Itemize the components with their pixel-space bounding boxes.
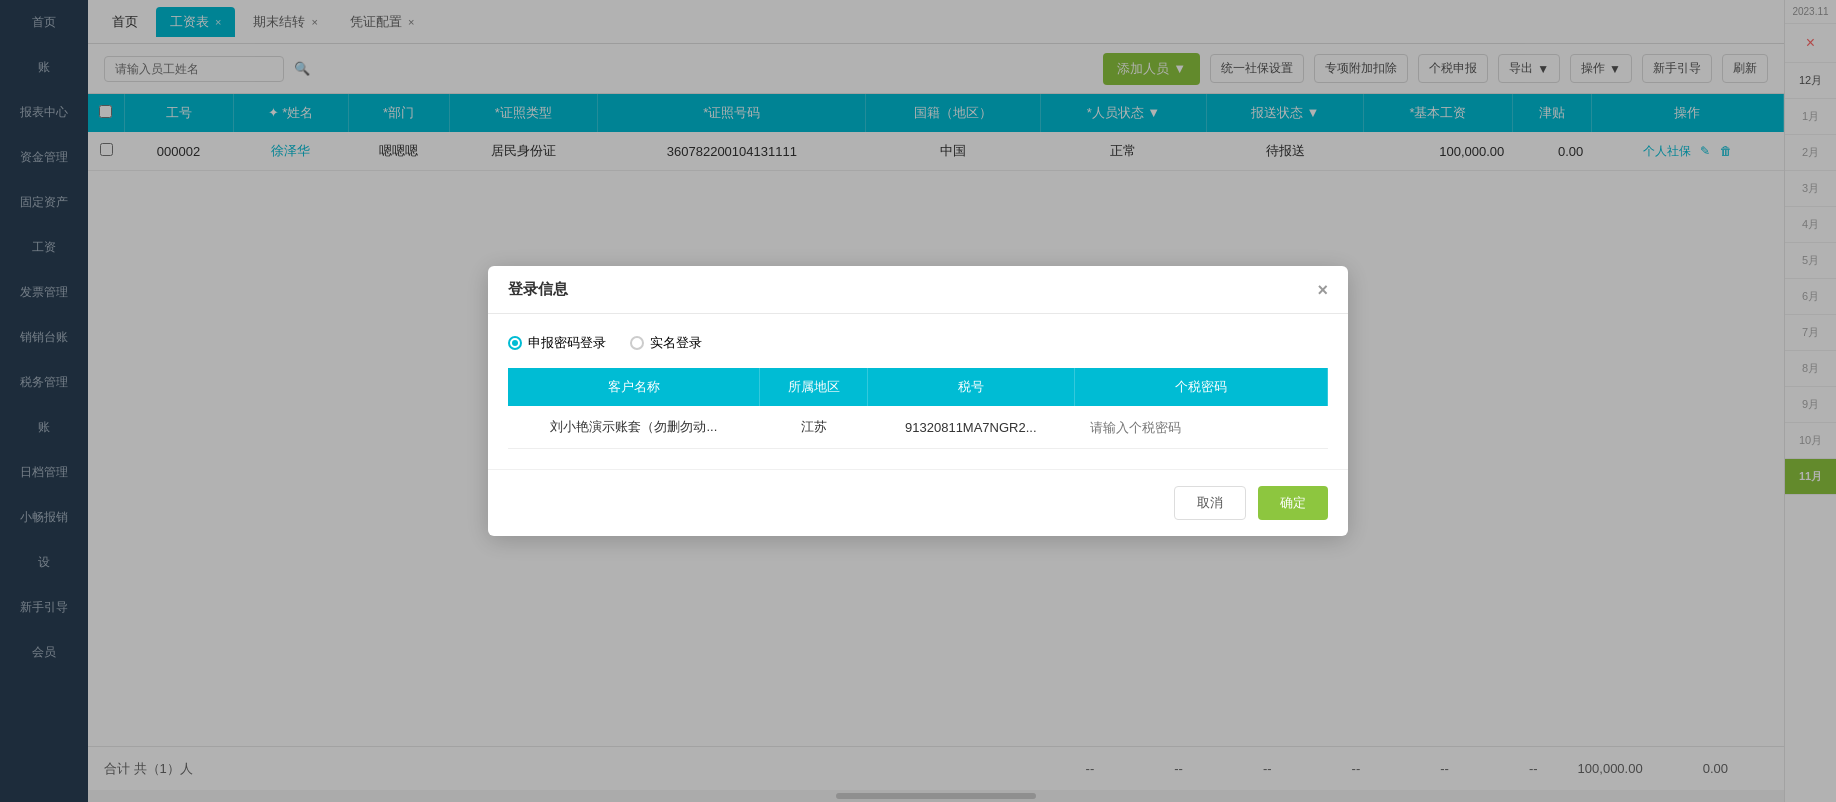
dialog-tax-password-cell[interactable] [1074,406,1327,449]
dialog-header-client-name: 客户名称 [508,368,760,406]
login-info-dialog: 登录信息 × 申报密码登录 实名登录 客户名称 所属地区 [488,266,1348,536]
dialog-header: 登录信息 × [488,266,1348,314]
dialog-header-region: 所属地区 [760,368,868,406]
tax-password-input[interactable] [1090,420,1311,435]
dialog-footer: 取消 确定 [488,469,1348,536]
dialog-close-button[interactable]: × [1317,281,1328,299]
dialog-table-row: 刘小艳演示账套（勿删勿动... 江苏 91320811MA7NGR2... [508,406,1328,449]
dialog-tax-no: 91320811MA7NGR2... [867,406,1074,449]
radio-password-dot [508,336,522,350]
dialog-region: 江苏 [760,406,868,449]
dialog-header-tax-password: 个税密码 [1074,368,1327,406]
dialog-title: 登录信息 [508,280,568,299]
radio-password-login[interactable]: 申报密码登录 [508,334,606,352]
radio-realname-dot [630,336,644,350]
dialog-body: 申报密码登录 实名登录 客户名称 所属地区 税号 个税密码 [488,314,1348,469]
login-type-radio-group: 申报密码登录 实名登录 [508,334,1328,352]
modal-overlay: 登录信息 × 申报密码登录 实名登录 客户名称 所属地区 [0,0,1836,802]
dialog-table-header-row: 客户名称 所属地区 税号 个税密码 [508,368,1328,406]
cancel-button[interactable]: 取消 [1174,486,1246,520]
confirm-button[interactable]: 确定 [1258,486,1328,520]
dialog-client-name: 刘小艳演示账套（勿删勿动... [508,406,760,449]
dialog-header-tax-no: 税号 [867,368,1074,406]
dialog-login-table: 客户名称 所属地区 税号 个税密码 刘小艳演示账套（勿删勿动... 江苏 913… [508,368,1328,449]
radio-realname-login[interactable]: 实名登录 [630,334,702,352]
